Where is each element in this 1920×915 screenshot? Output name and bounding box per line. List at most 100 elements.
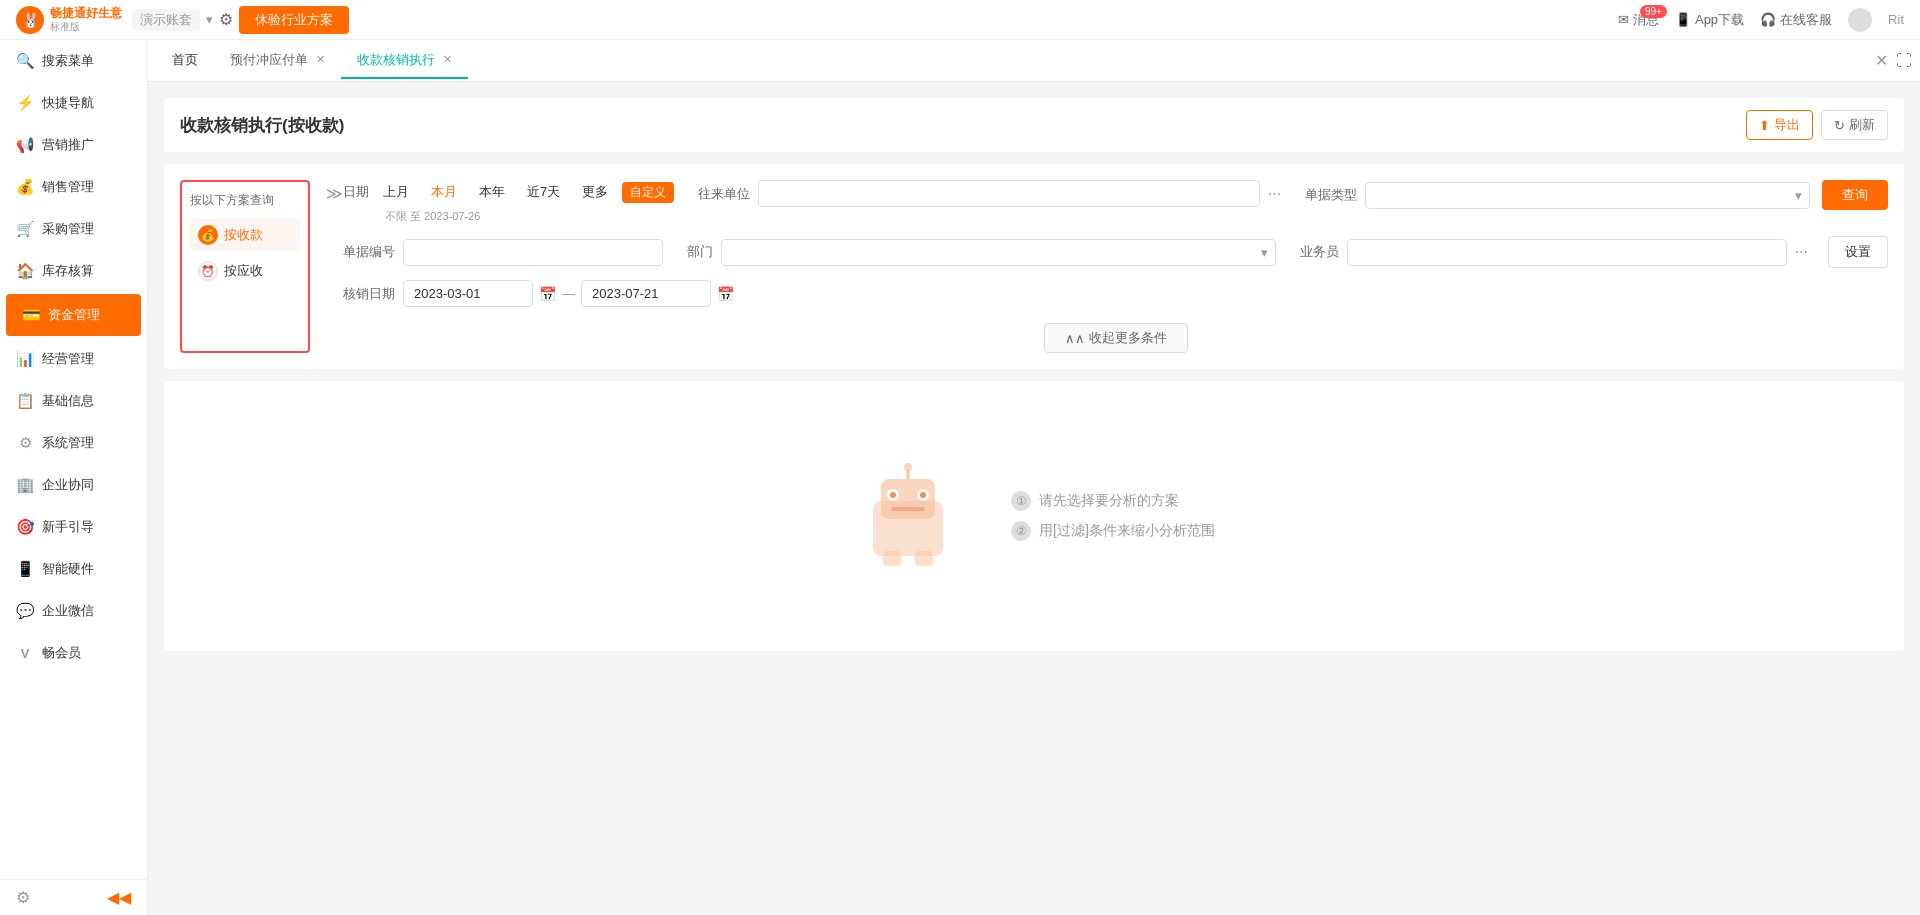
date-more[interactable]: 更多 [574, 180, 616, 204]
online-service-btn[interactable]: 🎧 在线客服 [1760, 11, 1832, 29]
system-icon: ⚙ [16, 434, 34, 452]
sidebar-item-quick-nav[interactable]: ⚡ 快捷导航 [0, 82, 147, 124]
empty-state-container: ① 请先选择要分析的方案 ② 用[过滤]条件来缩小分析范围 [164, 381, 1904, 651]
sidebar-item-search[interactable]: 🔍 搜索菜单 [0, 40, 147, 82]
app-name: 畅捷通好生意 [50, 6, 122, 20]
department-select[interactable] [721, 239, 1276, 266]
message-btn[interactable]: ✉ 消息 99+ [1618, 11, 1659, 29]
phone-icon: 📱 [1675, 12, 1691, 27]
chevron-up-icon: ∧∧ [1065, 331, 1085, 346]
counterparty-field: 往来单位 ··· [698, 180, 1281, 207]
filter-option-by-receivable[interactable]: ⏰ 按应收 [190, 255, 300, 287]
message-badge: 99+ [1640, 5, 1667, 18]
marketing-icon: 📢 [16, 136, 34, 154]
main-layout: 🔍 搜索菜单 ⚡ 快捷导航 📢 营销推广 💰 销售管理 🛒 采购管理 🏠 库存核… [0, 40, 1920, 915]
setting-button[interactable]: 设置 [1828, 236, 1888, 268]
page-header: 收款核销执行(按收款) ⬆ 导出 ↻ 刷新 [164, 98, 1904, 152]
date-last-month[interactable]: 上月 [375, 180, 417, 204]
sales-person-ellipsis[interactable]: ··· [1795, 243, 1808, 261]
empty-robot-icon [853, 461, 963, 571]
filter-sidebar: 按以下方案查询 💰 按收款 ⏰ 按应收 [180, 180, 310, 353]
tab-prepay-close[interactable]: ✕ [316, 53, 325, 66]
verify-date-end[interactable] [581, 280, 711, 307]
search-icon: 🔍 [16, 52, 34, 70]
sidebar-item-system[interactable]: ⚙ 系统管理 [0, 422, 147, 464]
query-button[interactable]: 查询 [1822, 180, 1888, 210]
basic-info-icon: 📋 [16, 392, 34, 410]
sidebar-item-wechat[interactable]: 💬 企业微信 [0, 590, 147, 632]
sales-person-input[interactable] [1347, 239, 1787, 266]
app-download-btn[interactable]: 📱 App下载 [1675, 11, 1744, 29]
purchase-icon: 🛒 [16, 220, 34, 238]
finance-icon: 💳 [22, 306, 40, 324]
sidebar-settings-icon[interactable]: ⚙ [16, 888, 30, 907]
sidebar-item-purchase[interactable]: 🛒 采购管理 [0, 208, 147, 250]
page-title: 收款核销执行(按收款) [180, 114, 344, 137]
filter-panel: 按以下方案查询 💰 按收款 ⏰ 按应收 ≫ [164, 164, 1904, 369]
tab-prepay[interactable]: 预付冲应付单 ✕ [214, 43, 341, 79]
date-custom-badge[interactable]: 自定义 [622, 182, 674, 203]
svg-point-4 [890, 492, 896, 498]
refresh-icon: ↻ [1834, 118, 1845, 133]
sidebar-item-basic-info[interactable]: 📋 基础信息 [0, 380, 147, 422]
empty-tip-2: ② 用[过滤]条件来缩小分析范围 [1011, 521, 1215, 541]
more-conditions-btn[interactable]: ∧∧ 收起更多条件 [1044, 323, 1188, 353]
verify-date-end-icon[interactable]: 📅 [717, 286, 734, 302]
sidebar-collapse-icon[interactable]: ◀◀ [107, 888, 131, 907]
refresh-button[interactable]: ↻ 刷新 [1821, 110, 1888, 140]
user-name: Rit [1888, 12, 1904, 27]
department-field: 部门 ▾ [687, 239, 1276, 266]
empty-tips: ① 请先选择要分析的方案 ② 用[过滤]条件来缩小分析范围 [1011, 491, 1215, 541]
doc-number-input[interactable] [403, 239, 663, 266]
svg-rect-7 [883, 551, 901, 566]
sidebar-bottom: ⚙ ◀◀ [0, 879, 147, 915]
counterparty-ellipsis[interactable]: ··· [1268, 185, 1281, 203]
sidebar-item-inventory[interactable]: 🏠 库存核算 [0, 250, 147, 292]
inventory-icon: 🏠 [16, 262, 34, 280]
filter-option-by-receipt[interactable]: 💰 按收款 [190, 219, 300, 251]
sidebar-item-finance[interactable]: 💳 资金管理 [6, 294, 141, 336]
page-actions: ⬆ 导出 ↻ 刷新 [1746, 110, 1888, 140]
sidebar-item-operation[interactable]: 📊 经营管理 [0, 338, 147, 380]
doc-number-label: 单据编号 [343, 243, 395, 261]
receivable-option-icon: ⏰ [198, 261, 218, 281]
top-bar: 🐰 畅捷通好生意 标准版 演示账套 ▾ ⚙ 休验行业方案 ✉ 消息 99+ 📱 … [0, 0, 1920, 40]
verify-date-start-icon[interactable]: 📅 [539, 286, 556, 302]
user-avatar[interactable] [1848, 8, 1872, 32]
tab-bar-actions: ✕ ⛶ [1875, 51, 1912, 70]
sidebar-item-guide[interactable]: 🎯 新手引导 [0, 506, 147, 548]
tab-receipts[interactable]: 收款核销执行 ✕ [341, 43, 468, 79]
gear-icon[interactable]: ⚙ [219, 10, 233, 29]
tab-receipts-close[interactable]: ✕ [443, 53, 452, 66]
logo-icon: 🐰 [16, 6, 44, 34]
date-this-year[interactable]: 本年 [471, 180, 513, 204]
date-this-month[interactable]: 本月 [423, 180, 465, 204]
verify-date-start[interactable] [403, 280, 533, 307]
verify-date-range: 📅 — 📅 [403, 280, 734, 307]
top-bar-right: ✉ 消息 99+ 📱 App下载 🎧 在线客服 Rit [1618, 8, 1904, 32]
sidebar-item-enterprise-collab[interactable]: 🏢 企业协同 [0, 464, 147, 506]
doc-type-select[interactable] [1365, 182, 1810, 209]
dropdown-icon[interactable]: ▾ [206, 12, 213, 27]
company-name[interactable]: 演示账套 [132, 9, 200, 31]
receipt-option-icon: 💰 [198, 225, 218, 245]
industry-btn[interactable]: 休验行业方案 [239, 6, 349, 34]
operation-icon: 📊 [16, 350, 34, 368]
sidebar-item-sales[interactable]: 💰 销售管理 [0, 166, 147, 208]
tab-expand-action[interactable]: ⛶ [1896, 52, 1912, 70]
sidebar-item-smart-hw[interactable]: 📱 智能硬件 [0, 548, 147, 590]
export-button[interactable]: ⬆ 导出 [1746, 110, 1813, 140]
tab-home[interactable]: 首页 [156, 43, 214, 79]
verify-date-label: 核销日期 [343, 285, 395, 303]
sidebar-item-member[interactable]: V 畅会员 [0, 632, 147, 674]
empty-state: ① 请先选择要分析的方案 ② 用[过滤]条件来缩小分析范围 [164, 461, 1904, 571]
date-sub-text: 不限 至 2023-07-26 [385, 210, 480, 222]
counterparty-input[interactable] [758, 180, 1260, 207]
export-icon: ⬆ [1759, 118, 1770, 133]
tab-bar: 首页 预付冲应付单 ✕ 收款核销执行 ✕ ✕ ⛶ [148, 40, 1920, 82]
collapse-filter-btn[interactable]: ≫ [326, 184, 343, 203]
date-7days[interactable]: 近7天 [519, 180, 568, 204]
sidebar-item-marketing[interactable]: 📢 营销推广 [0, 124, 147, 166]
tab-close-action[interactable]: ✕ [1875, 51, 1888, 70]
tip-num-2: ② [1011, 521, 1031, 541]
